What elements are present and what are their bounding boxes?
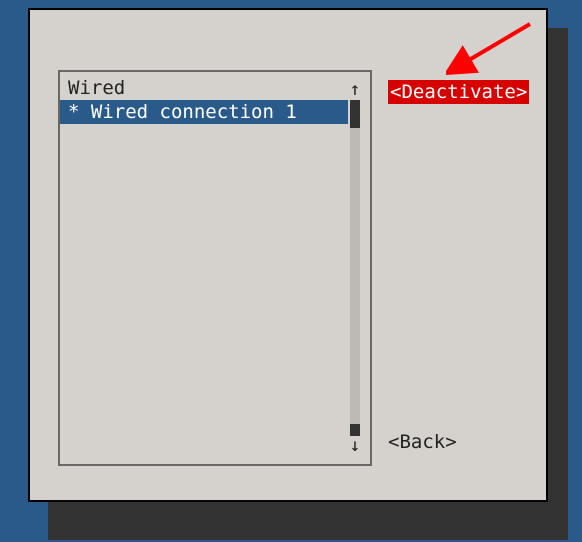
connection-item-selected[interactable]: * Wired connection 1 [60,100,348,124]
connection-list[interactable]: Wired * Wired connection 1 [60,72,342,464]
scroll-thumb[interactable] [350,100,360,128]
scroll-thumb-bottom[interactable] [350,424,360,436]
scroll-up-icon[interactable]: ↑ [350,80,361,100]
deactivate-button[interactable]: <Deactivate> [388,80,529,104]
connection-list-frame: Wired * Wired connection 1 ↑ ↓ [58,70,372,466]
network-manager-dialog: Wired * Wired connection 1 ↑ ↓ <Deactiva… [28,8,548,502]
connection-category-wired: Wired [60,76,342,100]
active-marker: * [68,101,91,123]
list-scrollbar[interactable]: ↑ ↓ [348,80,362,456]
scroll-track[interactable] [350,100,360,436]
scroll-down-icon[interactable]: ↓ [350,436,361,456]
connection-name: Wired connection 1 [91,101,297,123]
back-button[interactable]: <Back> [388,430,457,454]
